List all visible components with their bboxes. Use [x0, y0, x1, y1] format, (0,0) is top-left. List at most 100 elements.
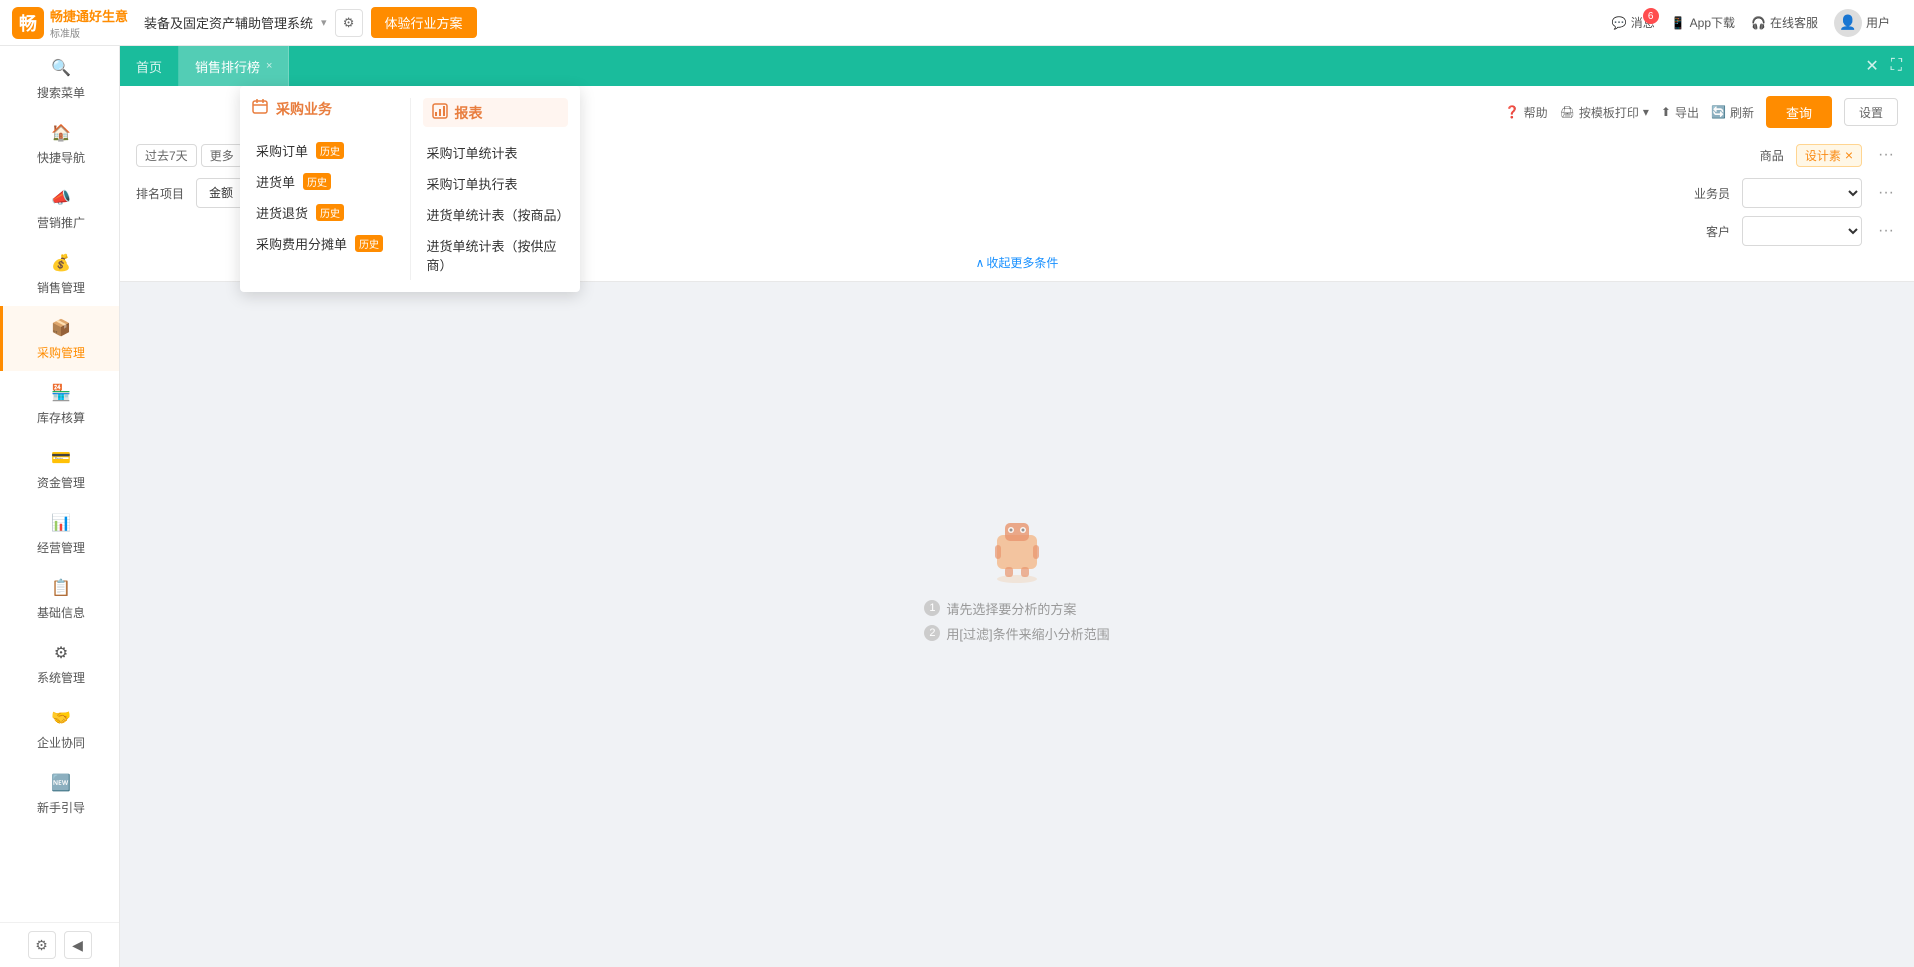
online-service-item[interactable]: 🎧 在线客服 — [1751, 14, 1818, 31]
goods-label: 商品 — [1760, 147, 1784, 164]
export-icon: ⬆ — [1661, 105, 1671, 119]
sidebar-item-guide[interactable]: 🆕 新手引导 — [0, 761, 119, 826]
purchase-expense-label: 采购费用分摊单 — [256, 234, 347, 253]
sidebar-label-quick-nav: 快捷导航 — [37, 149, 85, 166]
menu-item-purchase-order[interactable]: 采购订单 历史 — [252, 135, 398, 166]
menu-item-goods-receipt[interactable]: 进货单 历史 — [252, 166, 398, 197]
date-more-btn[interactable]: 更多 — [201, 144, 243, 167]
tab-maximize-btn[interactable]: ⛶ — [1891, 57, 1902, 75]
sidebar-label-purchase: 采购管理 — [37, 344, 85, 361]
customer-select[interactable] — [1742, 216, 1862, 246]
user-item[interactable]: 👤 用户 — [1834, 9, 1890, 37]
empty-tips: 1 请先选择要分析的方案 2 用[过滤]条件来缩小分析范围 — [924, 599, 1109, 643]
customer-ellipsis-btn[interactable]: ··· — [1874, 222, 1898, 240]
new-icon: 🆕 — [49, 771, 73, 795]
purchase-order-label: 采购订单 — [256, 141, 308, 160]
sidebar-item-marketing[interactable]: 📣 营销推广 — [0, 176, 119, 241]
sidebar-label-search: 搜索菜单 — [37, 84, 85, 101]
dropdown-col-report: 报表 采购订单统计表 采购订单执行表 进货单统计表（按商品） 进货单统计表（按供… — [423, 98, 569, 280]
dropdown-col-purchase: 采购业务 采购订单 历史 进货单 历史 进货退货 历史 — [252, 98, 398, 280]
history-badge-0: 历史 — [316, 142, 344, 159]
phone-icon: 📱 — [1671, 16, 1686, 30]
dropdown-report-header: 报表 — [423, 98, 569, 127]
industry-btn[interactable]: 体验行业方案 — [371, 7, 477, 38]
purchase-dropdown-menu: 采购业务 采购订单 历史 进货单 历史 进货退货 历史 — [240, 86, 580, 292]
app-download-item[interactable]: 📱 App下载 — [1671, 14, 1735, 31]
goods-return-label: 进货退货 — [256, 203, 308, 222]
sidebar-item-enterprise[interactable]: 🤝 企业协同 — [0, 696, 119, 761]
menu-item-order-stats[interactable]: 采购订单统计表 — [423, 137, 569, 168]
sidebar-label-guide: 新手引导 — [37, 799, 85, 816]
logo-area: 畅 畅捷通好生意 标准版 — [12, 6, 132, 40]
sidebar-item-search[interactable]: 🔍 搜索菜单 — [0, 46, 119, 111]
order-stats-label: 采购订单统计表 — [427, 143, 518, 162]
sidebar-item-sales[interactable]: 💰 销售管理 — [0, 241, 119, 306]
print-template-btn[interactable]: 🖨 按模板打印 ▾ — [1560, 104, 1649, 121]
print-icon: 🖨 — [1560, 105, 1575, 119]
empty-illustration — [977, 507, 1057, 587]
goods-ellipsis-btn[interactable]: ··· — [1874, 146, 1898, 164]
online-service-label: 在线客服 — [1770, 14, 1818, 31]
salesman-label: 业务员 — [1694, 185, 1730, 202]
system-title: 装备及固定资产辅助管理系统 — [144, 13, 313, 32]
header-right: 💬 消息 6 📱 App下载 🎧 在线客服 👤 用户 — [1612, 9, 1902, 37]
chart-icon: 📊 — [49, 511, 73, 535]
card-icon: 💳 — [49, 446, 73, 470]
help-btn[interactable]: ❓ 帮助 — [1505, 104, 1548, 121]
sidebar-settings-btn[interactable]: ⚙ — [28, 931, 56, 959]
refresh-icon: 🔄 — [1711, 105, 1726, 119]
goods-tag: 设计素 × — [1796, 144, 1862, 167]
notification-badge: 6 — [1643, 8, 1659, 24]
tab-bar: 首页 销售排行榜 × ✕ ⛶ — [120, 46, 1914, 86]
sidebar-collapse-btn[interactable]: ◀ — [64, 931, 92, 959]
salesman-select[interactable] — [1742, 178, 1862, 208]
settings-btn[interactable]: 设置 — [1844, 98, 1898, 126]
query-btn[interactable]: 查询 — [1766, 96, 1832, 128]
tab-close-icon[interactable]: × — [266, 60, 272, 72]
sidebar-label-finance: 资金管理 — [37, 474, 85, 491]
tab-close-window-btn[interactable]: ✕ — [1865, 56, 1878, 76]
salesman-ellipsis-btn[interactable]: ··· — [1874, 184, 1898, 202]
tab-sales-rank[interactable]: 销售排行榜 × — [179, 46, 289, 86]
app-download-label: App下载 — [1690, 14, 1735, 31]
menu-item-order-exec[interactable]: 采购订单执行表 — [423, 168, 569, 199]
search-icon: 🔍 — [49, 56, 73, 80]
clipboard-icon: 📋 — [49, 576, 73, 600]
collapse-btn[interactable]: ∧ 收起更多条件 — [976, 254, 1059, 271]
goods-tag-close[interactable]: × — [1845, 147, 1853, 163]
date-past7-btn[interactable]: 过去7天 — [136, 144, 197, 167]
sidebar-label-marketing: 营销推广 — [37, 214, 85, 231]
customer-label: 客户 — [1706, 223, 1730, 240]
sidebar-item-basic-info[interactable]: 📋 基础信息 — [0, 566, 119, 631]
receipt-stats-goods-label: 进货单统计表（按商品） — [427, 205, 565, 224]
goods-receipt-label: 进货单 — [256, 172, 295, 191]
sidebar-item-system[interactable]: ⚙ 系统管理 — [0, 631, 119, 696]
megaphone-icon: 📣 — [49, 186, 73, 210]
sidebar-item-inventory[interactable]: 🏪 库存核算 — [0, 371, 119, 436]
sidebar-item-finance[interactable]: 💳 资金管理 — [0, 436, 119, 501]
user-label: 用户 — [1866, 14, 1890, 31]
menu-item-receipt-stats-supplier[interactable]: 进货单统计表（按供应商） — [423, 230, 569, 280]
history-badge-2: 历史 — [316, 204, 344, 221]
tip-num-1: 1 — [924, 600, 940, 616]
title-dropdown-arrow[interactable]: ▾ — [321, 16, 327, 29]
sidebar-label-system: 系统管理 — [37, 669, 85, 686]
history-badge-1: 历史 — [303, 173, 331, 190]
export-btn[interactable]: ⬆ 导出 — [1661, 104, 1699, 121]
dropdown-cols: 采购业务 采购订单 历史 进货单 历史 进货退货 历史 — [252, 98, 568, 280]
empty-tip-1: 1 请先选择要分析的方案 — [924, 599, 1109, 618]
refresh-btn[interactable]: 🔄 刷新 — [1711, 104, 1754, 121]
settings-icon-btn[interactable]: ⚙ — [335, 9, 363, 37]
menu-item-receipt-stats-goods[interactable]: 进货单统计表（按商品） — [423, 199, 569, 230]
menu-item-goods-return[interactable]: 进货退货 历史 — [252, 197, 398, 228]
sidebar-item-operations[interactable]: 📊 经营管理 — [0, 501, 119, 566]
receipt-stats-supplier-label: 进货单统计表（按供应商） — [427, 236, 565, 274]
tab-home[interactable]: 首页 — [120, 46, 179, 86]
empty-state: 1 请先选择要分析的方案 2 用[过滤]条件来缩小分析范围 — [120, 282, 1914, 967]
sidebar-item-purchase[interactable]: 📦 采购管理 — [0, 306, 119, 371]
report-header-icon — [431, 102, 449, 123]
notification-item[interactable]: 💬 消息 6 — [1612, 14, 1655, 31]
sidebar-item-quick-nav[interactable]: 🏠 快捷导航 — [0, 111, 119, 176]
history-badge-3: 历史 — [355, 235, 383, 252]
menu-item-purchase-expense[interactable]: 采购费用分摊单 历史 — [252, 228, 398, 259]
